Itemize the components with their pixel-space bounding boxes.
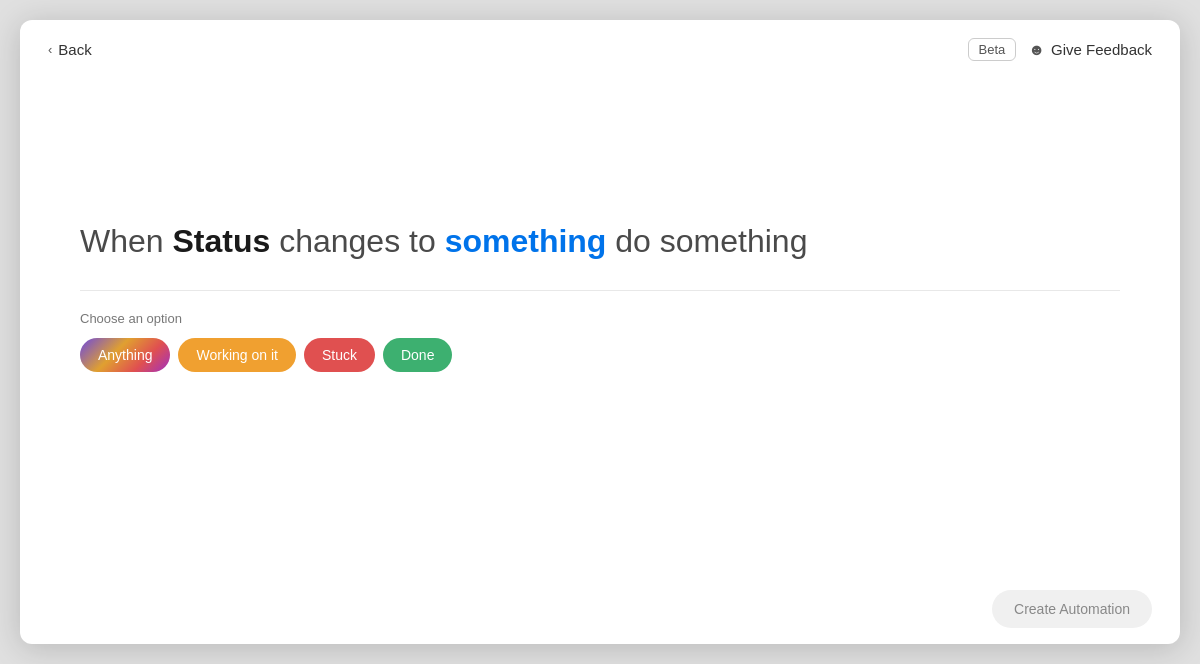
choose-label: Choose an option [80, 311, 1120, 326]
option-anything-button[interactable]: Anything [80, 338, 170, 372]
main-window: ‹ Back Beta ☻ Give Feedback When Status … [20, 20, 1180, 644]
feedback-label: Give Feedback [1051, 41, 1152, 58]
beta-badge: Beta [968, 38, 1017, 61]
back-button[interactable]: ‹ Back [48, 41, 92, 58]
back-label: Back [58, 41, 91, 58]
option-working-on-it-button[interactable]: Working on it [178, 338, 295, 372]
back-chevron-icon: ‹ [48, 42, 52, 57]
headline-part2: changes to [270, 223, 444, 259]
header-right: Beta ☻ Give Feedback [968, 38, 1152, 61]
give-feedback-button[interactable]: ☻ Give Feedback [1028, 41, 1152, 59]
headline-part3: do something [606, 223, 807, 259]
option-stuck-button[interactable]: Stuck [304, 338, 375, 372]
create-automation-button[interactable]: Create Automation [992, 590, 1152, 628]
header: ‹ Back Beta ☻ Give Feedback [20, 20, 1180, 79]
option-done-button[interactable]: Done [383, 338, 452, 372]
headline: When Status changes to something do some… [80, 221, 1120, 263]
options-row: Anything Working on it Stuck Done [80, 338, 1120, 372]
headline-part1: When [80, 223, 172, 259]
footer: Create Automation [20, 574, 1180, 644]
headline-something: something [445, 223, 607, 259]
feedback-icon: ☻ [1028, 41, 1045, 59]
main-content: When Status changes to something do some… [20, 79, 1180, 574]
divider [80, 290, 1120, 291]
headline-status: Status [172, 223, 270, 259]
